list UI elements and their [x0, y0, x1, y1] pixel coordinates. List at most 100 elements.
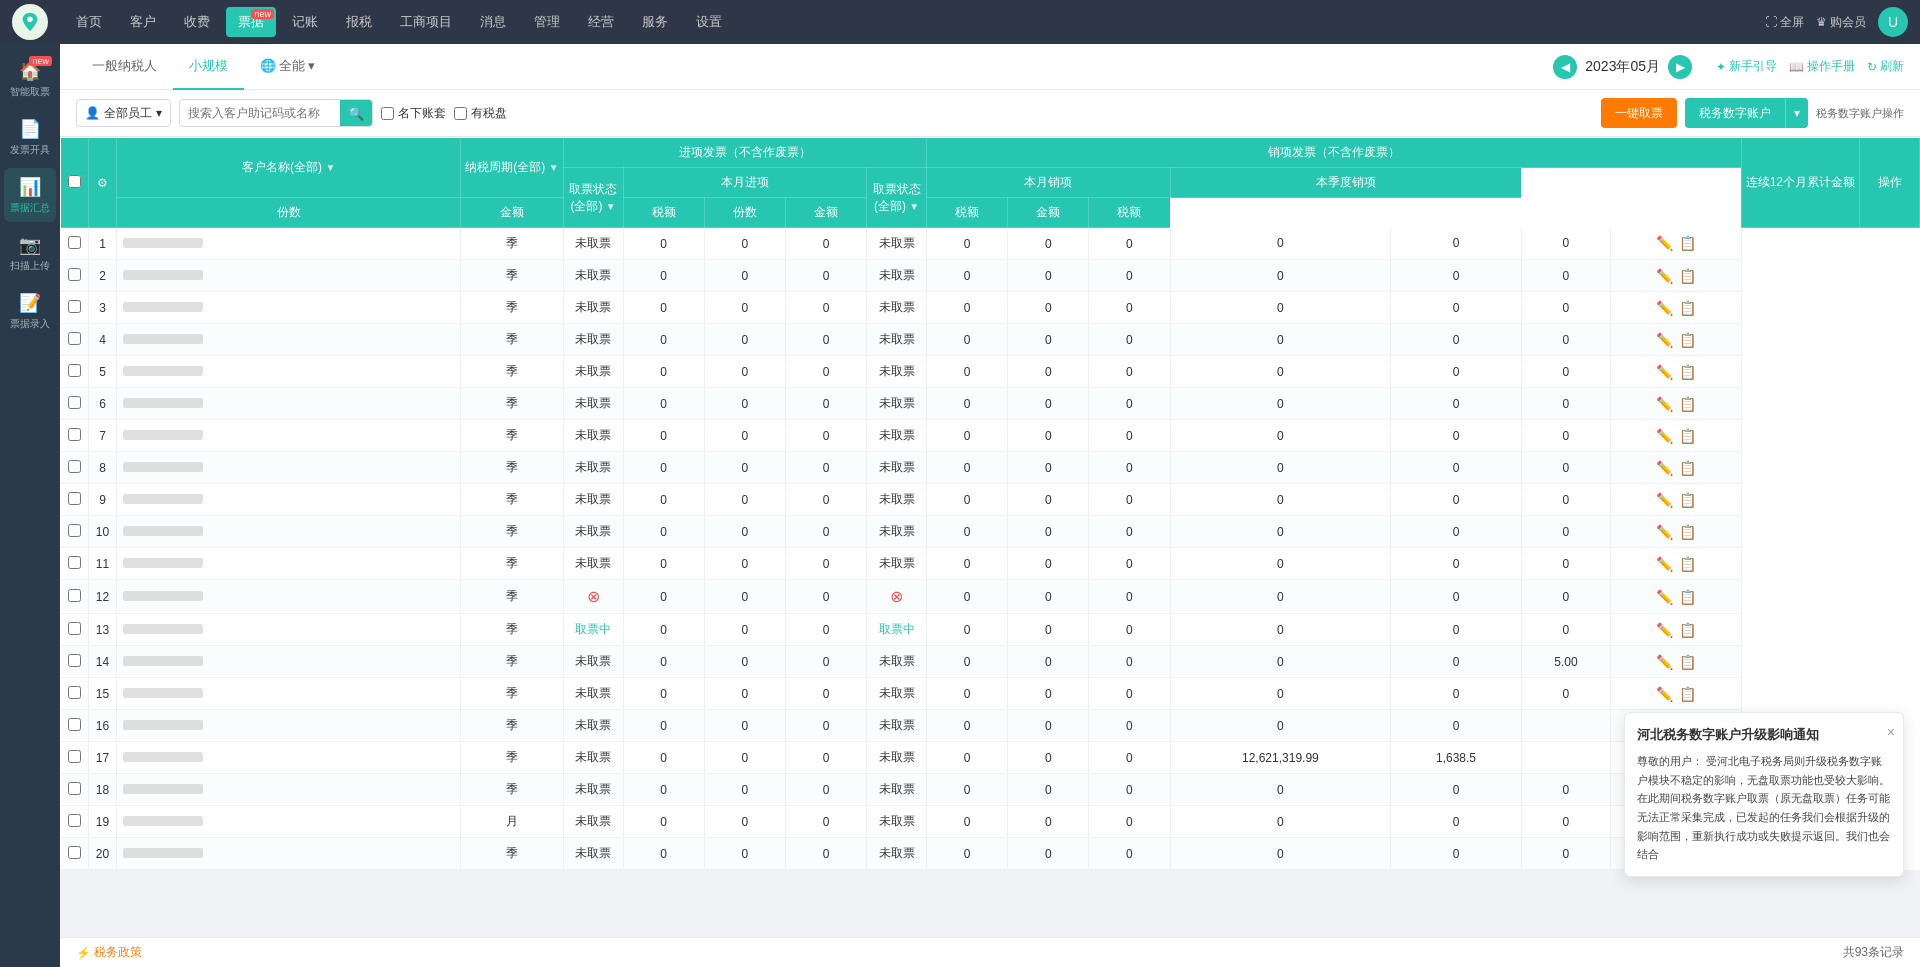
- edit-icon[interactable]: ✏️: [1656, 364, 1673, 380]
- copy-icon[interactable]: 📋: [1679, 589, 1696, 605]
- row-out-count: 0: [927, 452, 1008, 484]
- row-checkbox[interactable]: [61, 646, 89, 678]
- copy-icon[interactable]: 📋: [1679, 268, 1696, 284]
- row-checkbox[interactable]: [61, 228, 89, 260]
- notification-close-button[interactable]: ×: [1887, 721, 1895, 743]
- nav-service[interactable]: 服务: [630, 7, 680, 37]
- row-checkbox[interactable]: [61, 420, 89, 452]
- edit-icon[interactable]: ✏️: [1656, 300, 1673, 316]
- membership-button[interactable]: ♛ 购会员: [1816, 14, 1866, 31]
- copy-icon[interactable]: 📋: [1679, 556, 1696, 572]
- row-checkbox[interactable]: [61, 292, 89, 324]
- refresh-link[interactable]: ↻ 刷新: [1867, 58, 1904, 75]
- edit-icon[interactable]: ✏️: [1656, 332, 1673, 348]
- copy-icon[interactable]: 📋: [1679, 524, 1696, 540]
- row-checkbox[interactable]: [61, 484, 89, 516]
- copy-icon[interactable]: 📋: [1679, 622, 1696, 638]
- tax-digital-account-dropdown[interactable]: ▾: [1785, 98, 1808, 128]
- employee-select[interactable]: 👤 全部员工 ▾: [76, 99, 171, 127]
- row-checkbox[interactable]: [61, 356, 89, 388]
- edit-icon[interactable]: ✏️: [1656, 428, 1673, 444]
- period-next-button[interactable]: ▶: [1668, 55, 1692, 79]
- row-checkbox[interactable]: [61, 710, 89, 742]
- row-checkbox[interactable]: [61, 580, 89, 614]
- row-checkbox[interactable]: [61, 614, 89, 646]
- sidebar-item-ticket-summary[interactable]: 📊 票据汇总: [4, 168, 56, 222]
- edit-icon[interactable]: ✏️: [1656, 686, 1673, 702]
- fullscreen-button[interactable]: ⛶ 全屏: [1765, 14, 1804, 31]
- sidebar-item-scan-upload[interactable]: 📷 扫描上传: [4, 226, 56, 280]
- period-prev-button[interactable]: ◀: [1553, 55, 1577, 79]
- edit-icon[interactable]: ✏️: [1656, 589, 1673, 605]
- row-checkbox[interactable]: [61, 516, 89, 548]
- edit-icon[interactable]: ✏️: [1656, 235, 1673, 251]
- copy-icon[interactable]: 📋: [1679, 396, 1696, 412]
- row-out-tax: 0: [1089, 260, 1170, 292]
- copy-icon[interactable]: 📋: [1679, 460, 1696, 476]
- tax-digital-account-button[interactable]: 税务数字账户: [1685, 98, 1785, 128]
- out-status-normal: 未取票: [879, 846, 915, 860]
- search-input[interactable]: [180, 106, 340, 120]
- avatar[interactable]: U: [1878, 7, 1908, 37]
- row-checkbox[interactable]: [61, 774, 89, 806]
- copy-icon[interactable]: 📋: [1679, 235, 1696, 251]
- edit-icon[interactable]: ✏️: [1656, 524, 1673, 540]
- tab-small-scale[interactable]: 小规模: [173, 44, 244, 90]
- copy-icon[interactable]: 📋: [1679, 686, 1696, 702]
- row-checkbox[interactable]: [61, 452, 89, 484]
- one-click-ticket-button[interactable]: 一键取票: [1601, 98, 1677, 128]
- edit-icon[interactable]: ✏️: [1656, 268, 1673, 284]
- checkbox-subledger[interactable]: 名下账套: [381, 105, 446, 122]
- row-checkbox[interactable]: [61, 548, 89, 580]
- edit-icon[interactable]: ✏️: [1656, 396, 1673, 412]
- sidebar-item-invoice-open[interactable]: 📄 发票开具: [4, 110, 56, 164]
- nav-business[interactable]: 工商项目: [388, 7, 464, 37]
- subledger-checkbox[interactable]: [381, 107, 394, 120]
- row-checkbox[interactable]: [61, 260, 89, 292]
- row-cumulative: 0: [1521, 452, 1610, 484]
- manual-link[interactable]: 📖 操作手册: [1789, 58, 1855, 75]
- row-checkbox[interactable]: [61, 742, 89, 774]
- nav-home[interactable]: 首页: [64, 7, 114, 37]
- row-in-amount: 0: [704, 838, 785, 870]
- row-checkbox[interactable]: [61, 678, 89, 710]
- copy-icon[interactable]: 📋: [1679, 364, 1696, 380]
- copy-icon[interactable]: 📋: [1679, 654, 1696, 670]
- checkbox-taxdisk[interactable]: 有税盘: [454, 105, 507, 122]
- copy-icon[interactable]: 📋: [1679, 492, 1696, 508]
- tax-policy-link[interactable]: ⚡ 税务政策: [76, 944, 142, 961]
- tab-all-capable[interactable]: 🌐 全能 ▾: [244, 44, 331, 90]
- select-all-checkbox[interactable]: [68, 175, 81, 188]
- sidebar-item-ticket-entry[interactable]: 📝 票据录入: [4, 284, 56, 338]
- row-checkbox[interactable]: [61, 806, 89, 838]
- nav-settings[interactable]: 设置: [684, 7, 734, 37]
- edit-icon[interactable]: ✏️: [1656, 460, 1673, 476]
- row-in-status: 未取票: [563, 228, 623, 260]
- row-out-tax: 0: [1089, 806, 1170, 838]
- row-checkbox[interactable]: [61, 838, 89, 870]
- nav-customer[interactable]: 客户: [118, 7, 168, 37]
- copy-icon[interactable]: 📋: [1679, 300, 1696, 316]
- nav-message[interactable]: 消息: [468, 7, 518, 37]
- row-checkbox[interactable]: [61, 324, 89, 356]
- row-checkbox[interactable]: [61, 388, 89, 420]
- nav-manage[interactable]: 管理: [522, 7, 572, 37]
- new-guide-link[interactable]: ✦ 新手引导: [1716, 58, 1777, 75]
- row-cumulative: 0: [1521, 516, 1610, 548]
- sidebar-item-smart-ticket[interactable]: 🏠 智能取票 new: [4, 52, 56, 106]
- nav-fee[interactable]: 收费: [172, 7, 222, 37]
- search-button[interactable]: 🔍: [340, 99, 372, 127]
- tab-general-taxpayer[interactable]: 一般纳税人: [76, 44, 173, 90]
- copy-icon[interactable]: 📋: [1679, 332, 1696, 348]
- edit-icon[interactable]: ✏️: [1656, 622, 1673, 638]
- nav-accounting[interactable]: 记账: [280, 7, 330, 37]
- taxdisk-checkbox[interactable]: [454, 107, 467, 120]
- nav-ticket[interactable]: 票据 new: [226, 7, 276, 37]
- copy-icon[interactable]: 📋: [1679, 428, 1696, 444]
- edit-icon[interactable]: ✏️: [1656, 654, 1673, 670]
- edit-icon[interactable]: ✏️: [1656, 492, 1673, 508]
- nav-tax[interactable]: 报税: [334, 7, 384, 37]
- row-out-count: 0: [927, 388, 1008, 420]
- nav-operate[interactable]: 经营: [576, 7, 626, 37]
- edit-icon[interactable]: ✏️: [1656, 556, 1673, 572]
